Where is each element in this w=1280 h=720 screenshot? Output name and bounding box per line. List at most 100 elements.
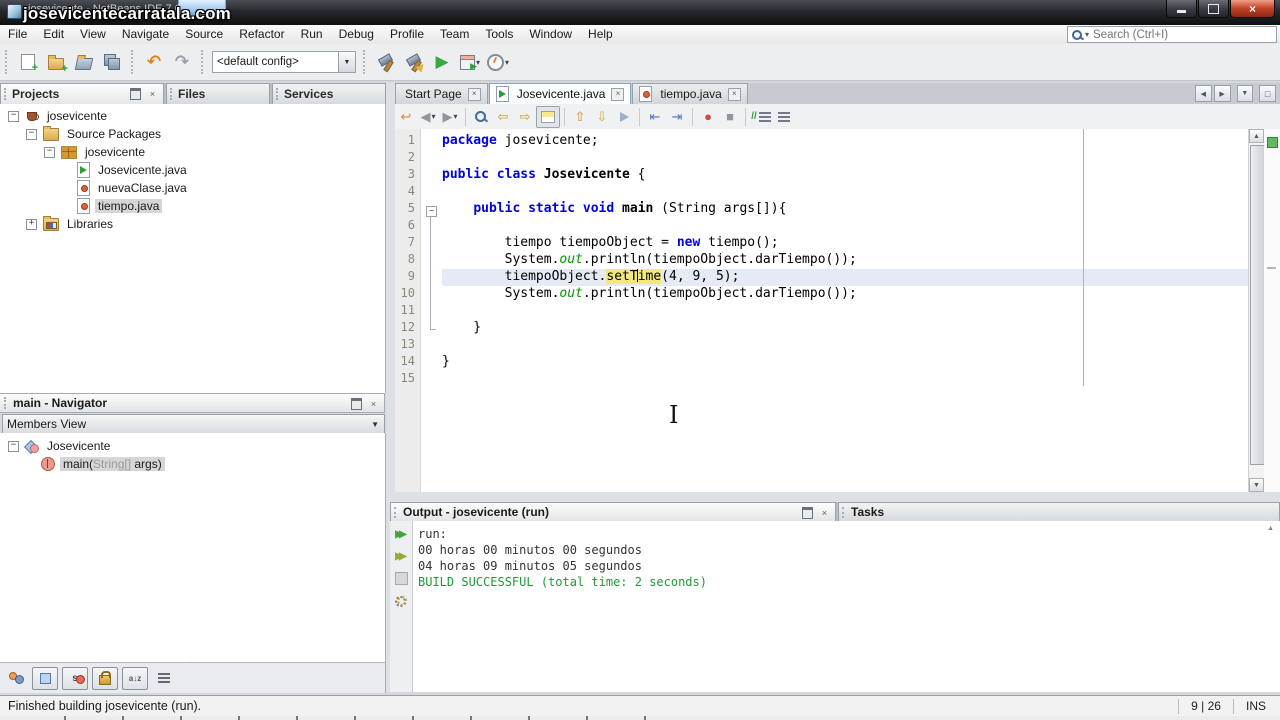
collapse-icon[interactable]: − (8, 110, 19, 122)
code-line[interactable]: } (442, 354, 1248, 371)
stop-build-button[interactable] (392, 569, 410, 587)
show-inherited-members-button[interactable] (4, 668, 28, 689)
rerun-with-args-button[interactable]: ▶▶ (392, 547, 410, 565)
tree-item-main-string-args[interactable]: main(String[] args) (0, 455, 385, 473)
show-non-public-members-button[interactable] (92, 666, 118, 690)
start-macro-recording-button[interactable]: ● (697, 107, 719, 127)
sort-alphabetically-button[interactable]: a↓z (122, 666, 148, 690)
tab-projects[interactable]: Projects × (0, 83, 164, 104)
redo-button[interactable]: ↷ (168, 48, 196, 76)
clean-build-project-button[interactable] (400, 48, 428, 76)
insert-mode[interactable]: INS (1232, 699, 1278, 714)
minimize-window-button[interactable] (1166, 0, 1197, 18)
shift-line-left-button[interactable]: ⇤ (644, 107, 666, 127)
scroll-tabs-left-button[interactable]: ◀ (1195, 85, 1212, 102)
minimize-panel-button[interactable] (129, 87, 142, 100)
code-line[interactable]: tiempoObject.setTime(4, 9, 5); (442, 269, 1248, 286)
output-panel[interactable]: ▶▶ ▶▶ run: 00 horas 00 minutos 00 segundo… (390, 521, 1280, 692)
menu-team[interactable]: Team (432, 25, 477, 44)
navigator-view-selector[interactable]: Members View ▼ (2, 414, 385, 434)
rerun-button[interactable]: ▶▶ (392, 525, 410, 543)
menu-window[interactable]: Window (521, 25, 580, 44)
tab-services[interactable]: Services (272, 83, 386, 104)
find-selection-button[interactable] (470, 107, 492, 127)
toggle-highlight-search-button[interactable] (536, 105, 560, 128)
comment-button[interactable]: // (750, 107, 772, 127)
scroll-up-button[interactable]: ▲ (1249, 129, 1264, 143)
sort-by-source-button[interactable] (152, 668, 176, 689)
code-line[interactable] (442, 184, 1248, 201)
tree-item-nuevaclase-java[interactable]: nuevaClase.java (0, 179, 385, 197)
horizontal-splitter[interactable] (386, 492, 1280, 502)
output-tab[interactable]: Output - josevicente (run) × (390, 502, 836, 521)
find-previous-button[interactable]: ⇦ (492, 107, 514, 127)
show-static-members-button[interactable]: s (62, 666, 88, 690)
minimize-output-button[interactable] (801, 506, 814, 519)
back-button[interactable]: ◀ ▾ (417, 107, 439, 127)
close-tab-button[interactable]: × (611, 87, 625, 101)
menu-view[interactable]: View (72, 25, 114, 44)
search-input[interactable] (1091, 28, 1276, 41)
tree-item-libraries[interactable]: + Libraries (0, 215, 385, 233)
code-line[interactable]: package josevicente; (442, 133, 1248, 150)
new-project-button[interactable]: + (42, 48, 70, 76)
new-file-button[interactable]: + (14, 48, 42, 76)
code-area[interactable]: package josevicente; public class Josevi… (442, 133, 1248, 388)
last-edit-location-button[interactable]: ↩ (395, 107, 417, 127)
menu-profile[interactable]: Profile (382, 25, 432, 44)
maximize-editor-button[interactable]: □ (1259, 85, 1276, 102)
code-line[interactable]: } (442, 320, 1248, 337)
menu-tools[interactable]: Tools (477, 25, 521, 44)
tasks-tab[interactable]: Tasks (838, 502, 1280, 521)
tree-item-tiempo-java[interactable]: tiempo.java (0, 197, 385, 215)
show-fields-button[interactable] (32, 666, 58, 690)
uncomment-button[interactable] (772, 107, 794, 127)
open-project-button[interactable] (70, 48, 98, 76)
config-selector[interactable]: <default config> ▼ (212, 51, 356, 73)
quick-search-box[interactable]: ▾ (1067, 26, 1277, 43)
editor-vertical-scrollbar[interactable]: ▲ ▼ (1248, 129, 1265, 492)
toggle-bookmark-button[interactable] (613, 107, 635, 127)
find-next-button[interactable]: ⇨ (514, 107, 536, 127)
code-line[interactable] (442, 303, 1248, 320)
code-line[interactable] (442, 150, 1248, 167)
collapse-icon[interactable]: − (26, 128, 37, 140)
collapse-icon[interactable]: − (44, 146, 55, 158)
editor-tab-tiempo-java[interactable]: tiempo.java × (632, 83, 748, 104)
error-stripe[interactable] (1264, 129, 1280, 492)
close-tab-button[interactable]: × (467, 87, 481, 101)
collapse-icon[interactable]: − (8, 440, 19, 452)
code-editor[interactable]: 1 2 3 4 5 6 7 8 9 10 11 12 13 14 15 − package josevice… (395, 129, 1280, 492)
code-line[interactable] (442, 337, 1248, 354)
menu-file[interactable]: File (0, 25, 35, 44)
save-all-button[interactable] (98, 48, 126, 76)
code-line[interactable]: public class Josevicente { (442, 167, 1248, 184)
menu-run[interactable]: Run (293, 25, 331, 44)
code-line[interactable]: System.out.println(tiempoObject.darTiemp… (442, 286, 1248, 303)
close-output-button[interactable]: × (818, 506, 831, 519)
stop-macro-recording-button[interactable]: ■ (719, 107, 741, 127)
build-project-button[interactable] (372, 48, 400, 76)
tree-item-source-packages[interactable]: − Source Packages (0, 125, 385, 143)
menu-navigate[interactable]: Navigate (114, 25, 177, 44)
menu-debug[interactable]: Debug (331, 25, 382, 44)
scrollbar-thumb[interactable] (1250, 145, 1265, 465)
editor-gutter[interactable]: 1 2 3 4 5 6 7 8 9 10 11 12 13 14 15 (395, 129, 421, 492)
tree-item-josevicente[interactable]: − Josevicente (0, 437, 385, 455)
editor-tab-josevicente-java[interactable]: Josevicente.java × (488, 83, 632, 104)
scroll-tabs-right-button[interactable]: ▶ (1213, 85, 1231, 102)
expand-icon[interactable]: + (26, 218, 37, 230)
close-panel-button[interactable]: × (146, 87, 159, 100)
previous-occurrence-button[interactable]: ⇧ (569, 107, 591, 127)
undo-button[interactable]: ↶ (140, 48, 168, 76)
debug-project-button[interactable]: ▶ ▾ (456, 48, 484, 76)
close-window-button[interactable]: × (1230, 0, 1275, 18)
code-line[interactable] (442, 371, 1248, 388)
run-project-button[interactable]: ▶ (428, 48, 456, 76)
tree-item-josevicente[interactable]: − josevicente (0, 143, 385, 161)
code-line[interactable]: tiempo tiempoObject = new tiempo(); (442, 235, 1248, 252)
menu-source[interactable]: Source (177, 25, 231, 44)
code-line[interactable]: public static void main (String args[]){ (442, 201, 1248, 218)
forward-button[interactable]: ▶ ▾ (439, 107, 461, 127)
maximize-window-button[interactable] (1198, 0, 1229, 18)
